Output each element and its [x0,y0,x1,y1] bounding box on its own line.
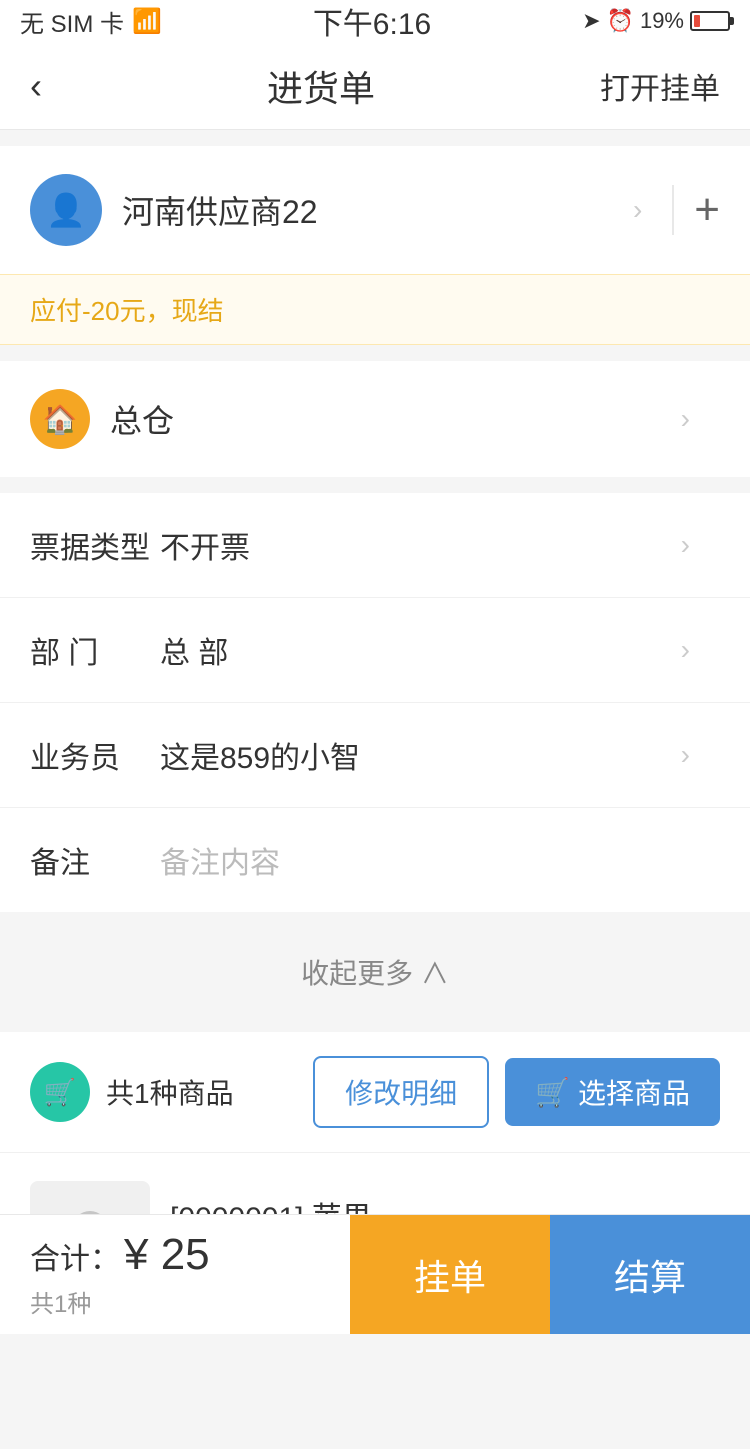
pending-button[interactable]: 挂单 [350,1215,550,1334]
supplier-row[interactable]: 👤 河南供应商22 › + [0,146,750,274]
total-amount: ¥ 25 [124,1230,210,1280]
status-time: 下午6:16 [313,0,431,43]
location-icon: ➤ [582,8,600,34]
bottom-bar: 合计： ¥ 25 共1种 挂单 结算 [0,1214,750,1334]
nav-bar: ‹ 进货单 打开挂单 [0,42,750,130]
ticket-type-chevron-icon: › [681,529,690,561]
carrier-text: 无 SIM 卡 [20,4,124,39]
select-product-button[interactable]: 🛒 选择商品 [505,1058,720,1126]
vertical-divider [672,185,674,235]
ticket-type-value: 不开票 [160,523,681,567]
battery-text: 19% [640,8,684,34]
supplier-chevron-icon: › [633,194,642,226]
battery-fill [694,15,700,27]
form-section: 票据类型 不开票 › 部 门 总 部 › 业务员 这是859的小智 › 备注 备… [0,493,750,912]
ticket-type-row[interactable]: 票据类型 不开票 › [0,493,750,598]
status-bar: 无 SIM 卡 📶 下午6:16 ➤ ⏰ 19% [0,0,750,42]
status-bar-right: ➤ ⏰ 19% [582,8,730,34]
add-supplier-button[interactable]: + [694,185,720,235]
back-button[interactable]: ‹ [30,65,42,107]
remark-placeholder: 备注内容 [160,838,681,882]
modify-detail-button[interactable]: 修改明细 [313,1056,489,1128]
supplier-name: 河南供应商22 [122,187,633,233]
total-label: 合计： [30,1234,120,1278]
products-header: 🛒 共1种商品 修改明细 🛒 选择商品 [0,1032,750,1153]
bottom-spacer [0,1329,750,1449]
department-label: 部 门 [30,628,160,672]
cart-icon: 🛒 [44,1077,76,1108]
department-row[interactable]: 部 门 总 部 › [0,598,750,703]
alarm-icon: ⏰ [607,8,634,34]
avatar-icon: 👤 [46,191,86,229]
salesperson-value: 这是859的小智 [160,733,681,777]
supplier-avatar: 👤 [30,174,102,246]
select-product-label: 选择商品 [578,1072,690,1112]
salesperson-row[interactable]: 业务员 这是859的小智 › [0,703,750,808]
salesperson-chevron-icon: › [681,739,690,771]
warehouse-section[interactable]: 🏠 总仓 › [0,361,750,477]
total-count: 共1种 [30,1284,320,1319]
select-product-icon: 🛒 [535,1076,570,1109]
warehouse-icon: 🏠 [30,389,90,449]
open-pending-button[interactable]: 打开挂单 [600,64,720,108]
warehouse-icon-symbol: 🏠 [43,403,78,436]
battery-icon [690,11,730,31]
wifi-icon: 📶 [132,7,162,36]
status-bar-left: 无 SIM 卡 📶 [20,4,162,39]
warehouse-name: 总仓 [110,396,681,442]
notice-text: 应付-20元，现结 [30,296,224,326]
products-icon: 🛒 [30,1062,90,1122]
warehouse-chevron-icon: › [681,403,690,435]
supplier-section: 👤 河南供应商22 › + 应付-20元，现结 [0,146,750,345]
collapse-button[interactable]: 收起更多 ∧ [0,928,750,1016]
checkout-button[interactable]: 结算 [550,1215,750,1334]
department-value: 总 部 [160,628,681,672]
department-chevron-icon: › [681,634,690,666]
total-section: 合计： ¥ 25 共1种 [0,1215,350,1334]
top-gap [0,130,750,146]
remark-row[interactable]: 备注 备注内容 › [0,808,750,912]
notice-bar: 应付-20元，现结 [0,274,750,345]
products-count: 共1种商品 [106,1072,313,1112]
remark-label: 备注 [30,838,160,882]
salesperson-label: 业务员 [30,733,160,777]
ticket-type-label: 票据类型 [30,523,160,567]
page-title: 进货单 [267,60,375,112]
